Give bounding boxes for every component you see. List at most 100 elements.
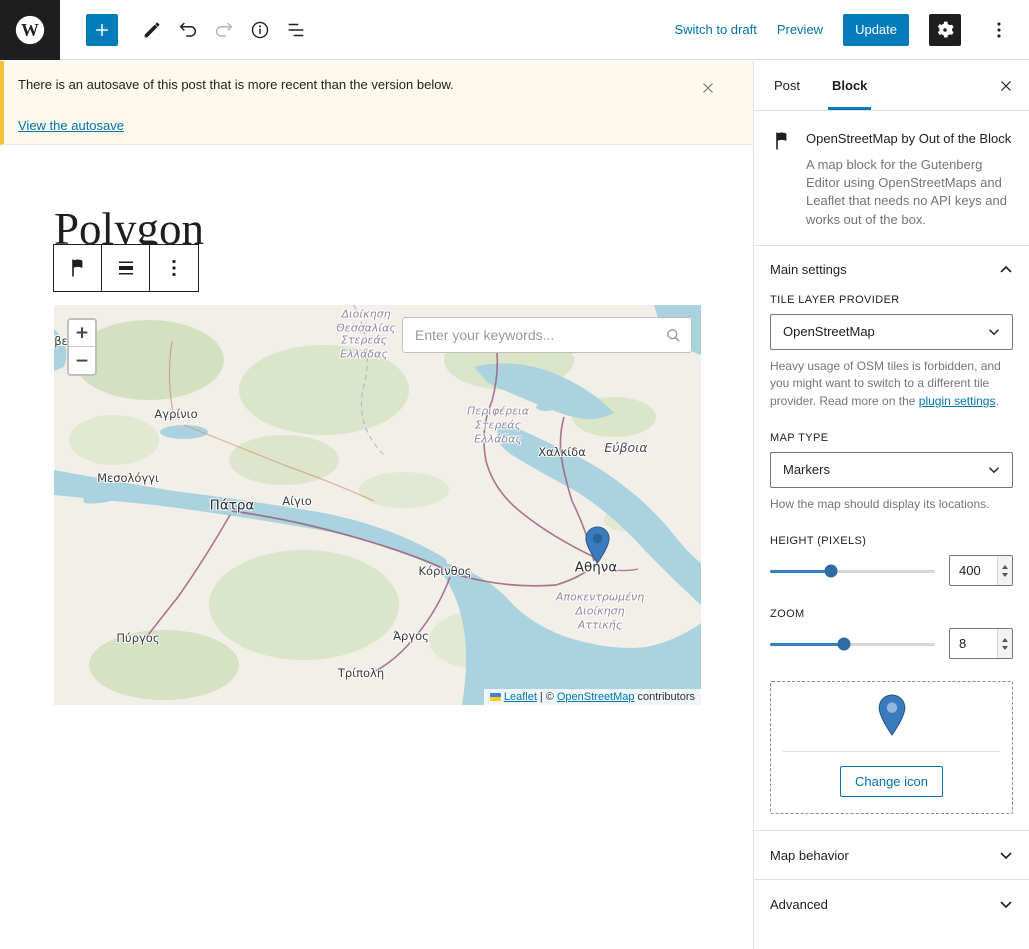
change-icon-button[interactable]: Change icon <box>840 766 943 798</box>
map-search-input[interactable] <box>403 327 665 343</box>
map-label: Αίγιο <box>282 493 312 508</box>
height-value: 400 <box>959 563 981 579</box>
block-type-button[interactable] <box>54 245 102 291</box>
wordpress-logo-icon: W <box>15 15 45 44</box>
zoom-slider[interactable] <box>770 629 935 659</box>
zoom-input[interactable]: 8 <box>949 628 1013 660</box>
help-text-end: . <box>995 393 999 408</box>
leaflet-link[interactable]: Leaflet <box>504 691 537 703</box>
marker-preview-icon <box>878 694 905 737</box>
map-label: Περιφέρεια Στερεάς Ελλάδας <box>466 404 530 445</box>
sidebar-header: Post Block <box>754 61 1029 111</box>
map-label: Πάτρα <box>209 497 255 514</box>
map-label: Στερεάς Ελλάδας <box>340 333 388 360</box>
chevron-down-icon <box>989 329 999 335</box>
preview-button[interactable]: Preview <box>777 22 823 37</box>
zoom-value: 8 <box>959 636 967 652</box>
tools-button[interactable] <box>134 12 170 48</box>
map-labels: Διοίκηση Θεσσαλίας Στερεάς Ελλάδας βε Αγρίν… <box>54 305 701 705</box>
tile-layer-label: TILE LAYER PROVIDER <box>770 293 900 306</box>
copyright-symbol: © <box>545 691 554 703</box>
height-field: HEIGHT (PIXELS) 400 <box>770 535 1013 587</box>
map-flag-icon <box>71 259 82 277</box>
height-slider[interactable] <box>770 556 935 586</box>
map-search-box <box>402 317 692 353</box>
height-stepper[interactable] <box>997 556 1012 586</box>
map-label: Πύργος <box>116 630 160 645</box>
switch-to-draft-link[interactable]: Switch to draft <box>674 22 756 37</box>
search-icon <box>665 327 691 344</box>
attribution-suffix: contributors <box>637 691 695 703</box>
zoom-field: ZOOM 8 <box>770 608 1013 660</box>
tab-post[interactable]: Post <box>758 61 816 110</box>
marker-icon-box: Change icon <box>770 681 1013 815</box>
undo-icon <box>179 22 197 37</box>
close-icon <box>703 83 713 93</box>
map-label: Μεσολόγγι <box>97 470 159 485</box>
tab-block[interactable]: Block <box>816 61 883 110</box>
undo-button[interactable] <box>170 12 206 48</box>
map-label: Τρίπολη <box>337 665 385 680</box>
wordpress-logo[interactable]: W <box>0 0 60 60</box>
map-type-select[interactable]: Markers <box>770 451 1013 488</box>
block-inserter-button[interactable] <box>86 13 118 46</box>
update-button[interactable]: Update <box>843 13 909 46</box>
map-type-label: MAP TYPE <box>770 431 829 444</box>
redo-icon <box>215 22 233 37</box>
editor-canvas: Polygon Διοίκηση Θεσσαλίας Στερεάς Ελλάδ… <box>0 146 753 949</box>
pencil-icon <box>144 22 160 37</box>
zoom-in-button[interactable]: + <box>69 320 95 347</box>
map-label: Αποκεντρωμένη Διοίκηση Αττικής <box>555 590 645 631</box>
attribution-separator: | <box>539 691 543 703</box>
advanced-title: Advanced <box>770 896 828 912</box>
map-label: Εύβοια <box>604 440 648 456</box>
block-description: A map block for the Gutenberg Editor usi… <box>806 157 1007 227</box>
map-label: Άργος <box>393 628 429 643</box>
panel-advanced: Advanced <box>754 879 1029 928</box>
map-marker-icon[interactable] <box>585 526 610 564</box>
gutenberg-editor: W Switch to draft Preview Update There i… <box>0 0 1029 949</box>
block-toolbar <box>53 244 199 292</box>
zoom-label: ZOOM <box>770 608 805 621</box>
notice-close-button[interactable] <box>695 75 721 104</box>
editor-top-bar: W Switch to draft Preview Update <box>0 0 1029 60</box>
block-title: OpenStreetMap by Out of the Block <box>806 131 1012 146</box>
ellipsis-icon <box>997 21 1001 38</box>
chevron-down-icon <box>989 467 999 474</box>
redo-button[interactable] <box>206 12 242 48</box>
zoom-stepper[interactable] <box>997 629 1012 659</box>
zoom-slider-thumb[interactable] <box>837 637 851 651</box>
list-view-button[interactable] <box>278 12 314 48</box>
gear-icon <box>937 21 954 37</box>
map-zoom-control: + − <box>67 318 97 376</box>
info-icon <box>251 21 269 38</box>
ellipsis-icon <box>172 259 176 277</box>
zoom-out-button[interactable]: − <box>69 347 95 374</box>
height-slider-thumb[interactable] <box>824 564 838 578</box>
map-behavior-header[interactable]: Map behavior <box>754 831 1029 879</box>
height-input[interactable]: 400 <box>949 555 1013 587</box>
map-block[interactable]: Διοίκηση Θεσσαλίας Στερεάς Ελλάδας βε Αγρίν… <box>54 305 701 705</box>
settings-sidebar: Post Block OpenStreetMap by Out of the B… <box>753 61 1029 949</box>
tile-layer-field: TILE LAYER PROVIDER OpenStreetMap Heavy … <box>770 294 1013 410</box>
panel-map-behavior: Map behavior <box>754 830 1029 879</box>
block-options-button[interactable] <box>150 245 198 291</box>
tile-layer-select[interactable]: OpenStreetMap <box>770 313 1013 350</box>
ukraine-flag-icon <box>489 693 501 701</box>
map-label: βε <box>54 333 68 348</box>
options-menu-button[interactable] <box>981 12 1017 48</box>
map-type-field: MAP TYPE Markers How the map should disp… <box>770 432 1013 513</box>
list-view-icon <box>288 23 304 36</box>
close-settings-button[interactable] <box>983 61 1029 110</box>
map-label: Κόρινθος <box>418 563 472 578</box>
panel-main-settings: Main settings TILE LAYER PROVIDER OpenSt… <box>754 244 1029 831</box>
details-button[interactable] <box>242 12 278 48</box>
main-settings-header[interactable]: Main settings <box>754 246 1029 294</box>
chevron-down-icon <box>1000 901 1012 908</box>
osm-link[interactable]: OpenStreetMap <box>557 691 635 703</box>
advanced-header[interactable]: Advanced <box>754 880 1029 928</box>
align-button[interactable] <box>102 245 150 291</box>
plugin-settings-link[interactable]: plugin settings <box>919 394 996 408</box>
settings-toggle-button[interactable] <box>929 13 961 46</box>
view-autosave-link[interactable]: View the autosave <box>18 118 124 133</box>
